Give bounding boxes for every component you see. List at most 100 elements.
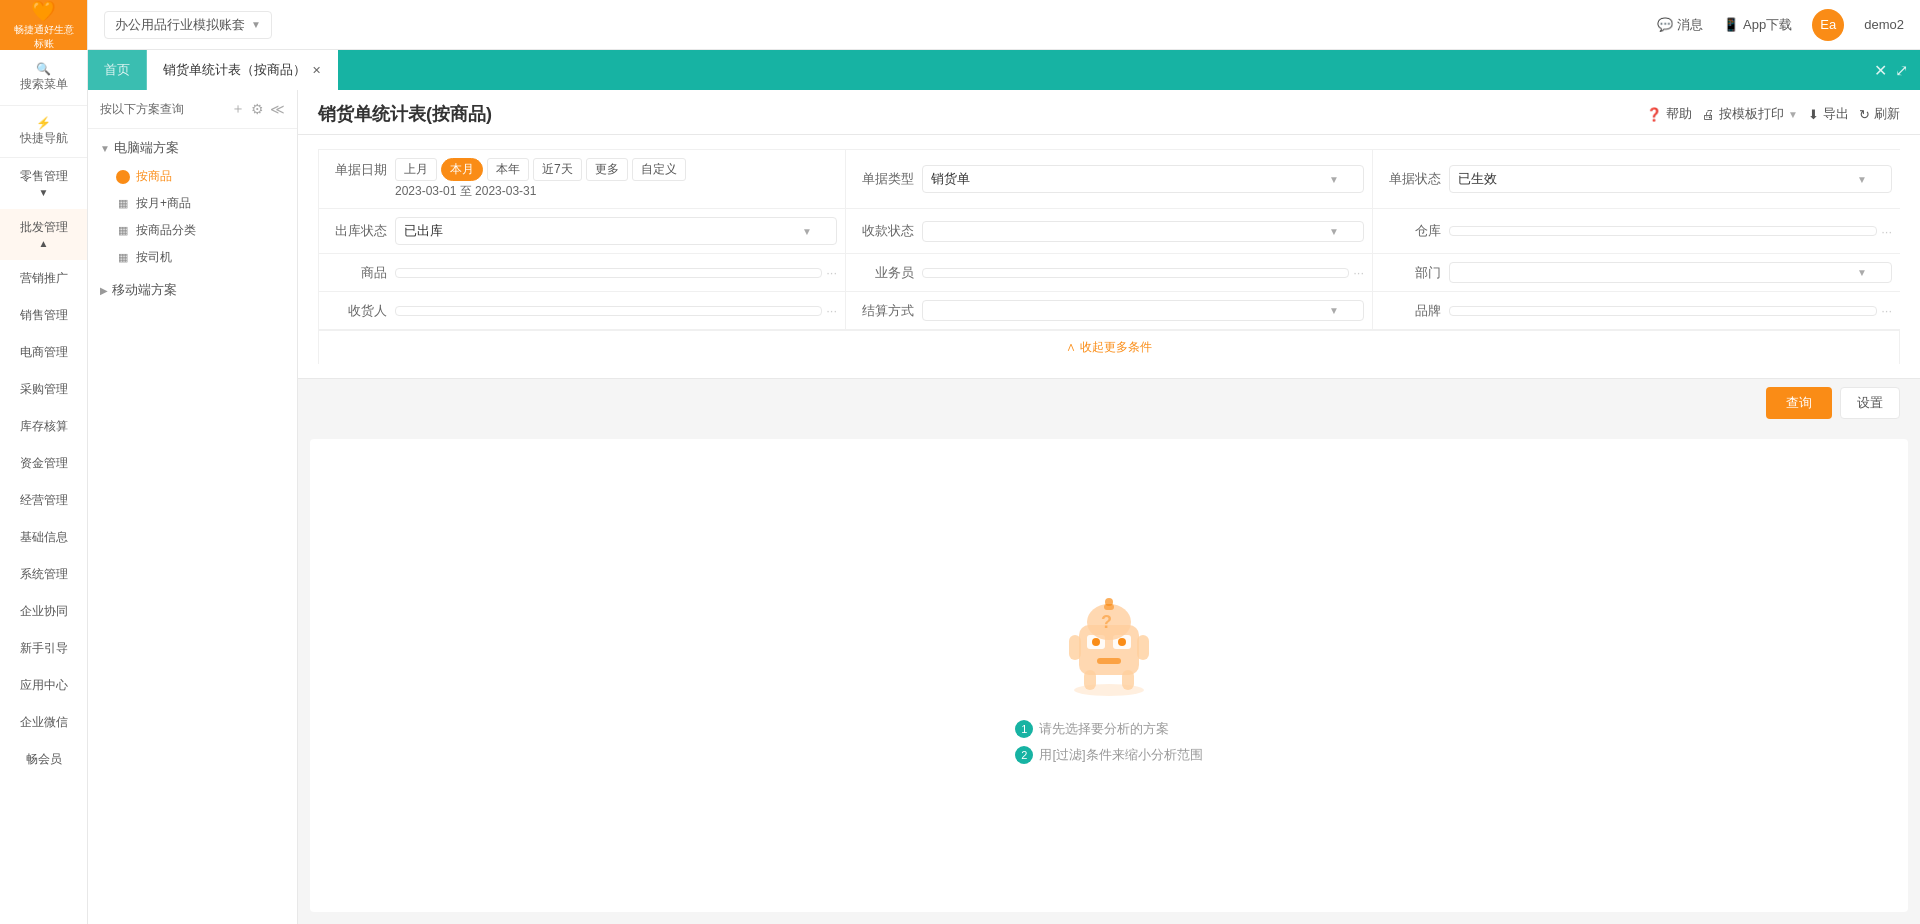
quick-nav-item[interactable]: ⚡ 快捷导航 xyxy=(0,106,87,158)
sidebar-item-enterprise[interactable]: 企业协同 xyxy=(0,593,87,630)
refresh-label: 刷新 xyxy=(1874,105,1900,123)
date-btn-this-year[interactable]: 本年 xyxy=(487,158,529,181)
salesman-input[interactable] xyxy=(922,268,1349,278)
sidebar-item-wechat[interactable]: 企业微信 xyxy=(0,704,87,741)
sidebar-item-ecommerce[interactable]: 电商管理 xyxy=(0,334,87,371)
warehouse-input[interactable] xyxy=(1449,226,1877,236)
goods-input[interactable] xyxy=(395,268,822,278)
logo[interactable]: 🧡 畅捷通好生意 标账 xyxy=(0,0,87,50)
goods-dots-icon[interactable]: ··· xyxy=(826,265,837,280)
tip-2-text: 用[过滤]条件来缩小分析范围 xyxy=(1039,746,1202,764)
doc-type-select[interactable]: 销货单 ▼ xyxy=(922,165,1364,193)
settings-button[interactable]: 设置 xyxy=(1840,387,1900,419)
tab-sales-stat-close-icon[interactable]: ✕ xyxy=(312,64,321,77)
download-button[interactable]: 📱 App下载 xyxy=(1723,16,1792,34)
doc-status-value: 已生效 xyxy=(1458,170,1497,188)
out-status-arrow-icon: ▼ xyxy=(802,226,812,237)
doc-type-select-wrap: 销货单 ▼ xyxy=(922,165,1364,193)
tree-item-by-product[interactable]: 按商品 xyxy=(116,163,297,190)
sidebar-item-retail[interactable]: 零售管理 ▼ xyxy=(0,158,87,209)
left-panel: 按以下方案查询 ＋ ⚙ ≪ ▼ 电脑端方案 按商品 xyxy=(88,90,298,924)
date-btn-last-month[interactable]: 上月 xyxy=(395,158,437,181)
filter-actions: 查询 设置 xyxy=(298,379,1920,427)
doc-type-arrow-icon: ▼ xyxy=(1329,174,1339,185)
collapse-panel-icon[interactable]: ≪ xyxy=(270,101,285,117)
add-scheme-icon[interactable]: ＋ xyxy=(231,100,245,118)
page-actions: ❓ 帮助 🖨 按模板打印 ▼ ⬇ 导出 ↻ 刷新 xyxy=(1646,105,1900,123)
brand-input[interactable] xyxy=(1449,306,1877,316)
receiver-input[interactable] xyxy=(395,306,822,316)
print-button[interactable]: 🖨 按模板打印 ▼ xyxy=(1702,105,1798,123)
brand-dots-icon[interactable]: ··· xyxy=(1881,303,1892,318)
sidebar-item-sales[interactable]: 销售管理 xyxy=(0,297,87,334)
salesman-dots-icon[interactable]: ··· xyxy=(1353,265,1364,280)
tab-home[interactable]: 首页 xyxy=(88,50,147,90)
payment-status-select[interactable]: ▼ xyxy=(922,221,1364,242)
date-btn-this-month[interactable]: 本月 xyxy=(441,158,483,181)
filter-area: 单据日期 上月 本月 本年 近7天 更多 自定义 2023-03-01 至 20… xyxy=(298,135,1920,379)
sidebar-item-member[interactable]: 畅会员 xyxy=(0,741,87,778)
help-button[interactable]: ❓ 帮助 xyxy=(1646,105,1692,123)
doc-status-select[interactable]: 已生效 ▼ xyxy=(1449,165,1892,193)
left-panel-icons: ＋ ⚙ ≪ xyxy=(231,100,285,118)
dept-select[interactable]: ▼ xyxy=(1449,262,1892,283)
date-btn-last-7-days[interactable]: 近7天 xyxy=(533,158,582,181)
tree-section: ▼ 电脑端方案 按商品 ▦ 按月+商品 ▦ 按商品分类 xyxy=(88,129,297,309)
sidebar-item-system[interactable]: 系统管理 xyxy=(0,556,87,593)
date-btn-custom[interactable]: 自定义 xyxy=(632,158,686,181)
sidebar-item-basic[interactable]: 基础信息 xyxy=(0,519,87,556)
export-button[interactable]: ⬇ 导出 xyxy=(1808,105,1849,123)
sidebar-item-wholesale[interactable]: 批发管理 ▲ xyxy=(0,209,87,260)
date-btn-more[interactable]: 更多 xyxy=(586,158,628,181)
download-label: App下载 xyxy=(1743,16,1792,34)
tip-1-text: 请先选择要分析的方案 xyxy=(1039,720,1169,738)
sidebar-item-appstore[interactable]: 应用中心 xyxy=(0,667,87,704)
brand-label: 品牌 xyxy=(1381,302,1441,320)
dept-arrow-icon: ▼ xyxy=(1857,267,1867,278)
user-avatar[interactable]: Ea xyxy=(1812,9,1844,41)
tab-close-all-icon[interactable]: ✕ xyxy=(1874,61,1887,80)
tab-sales-stat[interactable]: 销货单统计表（按商品） ✕ xyxy=(147,50,338,90)
tab-expand-icon[interactable]: ⤢ xyxy=(1895,61,1908,80)
sidebar-item-operation[interactable]: 经营管理 xyxy=(0,482,87,519)
doc-status-select-wrap: 已生效 ▼ xyxy=(1449,165,1892,193)
by-product-label: 按商品 xyxy=(136,168,172,185)
content: 按以下方案查询 ＋ ⚙ ≪ ▼ 电脑端方案 按商品 xyxy=(88,90,1920,924)
sidebar-item-finance[interactable]: 资金管理 xyxy=(0,445,87,482)
tree-item-by-driver[interactable]: ▦ 按司机 xyxy=(116,244,297,271)
refresh-button[interactable]: ↻ 刷新 xyxy=(1859,105,1900,123)
tabbar-actions: ✕ ⤢ xyxy=(1862,61,1920,80)
settlement-select[interactable]: ▼ xyxy=(922,300,1364,321)
brand-cell: 品牌 ··· xyxy=(1373,292,1900,330)
out-status-select[interactable]: 已出库 ▼ xyxy=(395,217,837,245)
sidebar-item-marketing[interactable]: 营销推广 xyxy=(0,260,87,297)
sidebar-item-newbie[interactable]: 新手引导 xyxy=(0,630,87,667)
message-button[interactable]: 💬 消息 xyxy=(1657,16,1703,34)
salesman-cell: 业务员 ··· xyxy=(846,254,1373,292)
tree-item-by-month-product[interactable]: ▦ 按月+商品 xyxy=(116,190,297,217)
main-area: 办公用品行业模拟账套 ▼ 💬 消息 📱 App下载 Ea demo2 首页 销货… xyxy=(88,0,1920,924)
collapse-bar[interactable]: ∧ 收起更多条件 xyxy=(318,330,1900,364)
date-filter-cell: 单据日期 上月 本月 本年 近7天 更多 自定义 2023-03-01 至 20… xyxy=(319,150,846,209)
tree-parent-pc[interactable]: ▼ 电脑端方案 xyxy=(88,133,297,163)
tree-parent-mobile[interactable]: ▶ 移动端方案 xyxy=(88,275,297,305)
search-menu-item[interactable]: 🔍 搜索菜单 xyxy=(0,50,87,106)
by-month-product-label: 按月+商品 xyxy=(136,195,191,212)
receiver-dots-icon[interactable]: ··· xyxy=(826,303,837,318)
print-arrow-icon: ▼ xyxy=(1788,109,1798,120)
sidebar-item-purchase[interactable]: 采购管理 xyxy=(0,371,87,408)
warehouse-dots-icon[interactable]: ··· xyxy=(1881,224,1892,239)
tree-item-by-category[interactable]: ▦ 按商品分类 xyxy=(116,217,297,244)
empty-illustration: ? xyxy=(1049,580,1169,700)
sidebar-item-inventory[interactable]: 库存核算 xyxy=(0,408,87,445)
tree-arrow-pc: ▼ xyxy=(100,143,110,154)
dept-label: 部门 xyxy=(1381,264,1441,282)
refresh-icon: ↻ xyxy=(1859,107,1870,122)
receiver-cell: 收货人 ··· xyxy=(319,292,846,330)
query-button[interactable]: 查询 xyxy=(1766,387,1832,419)
user-name[interactable]: demo2 xyxy=(1864,17,1904,32)
settings-scheme-icon[interactable]: ⚙ xyxy=(251,101,264,117)
app-selector[interactable]: 办公用品行业模拟账套 ▼ xyxy=(104,11,272,39)
svg-point-13 xyxy=(1105,598,1113,606)
doc-type-value: 销货单 xyxy=(931,170,970,188)
